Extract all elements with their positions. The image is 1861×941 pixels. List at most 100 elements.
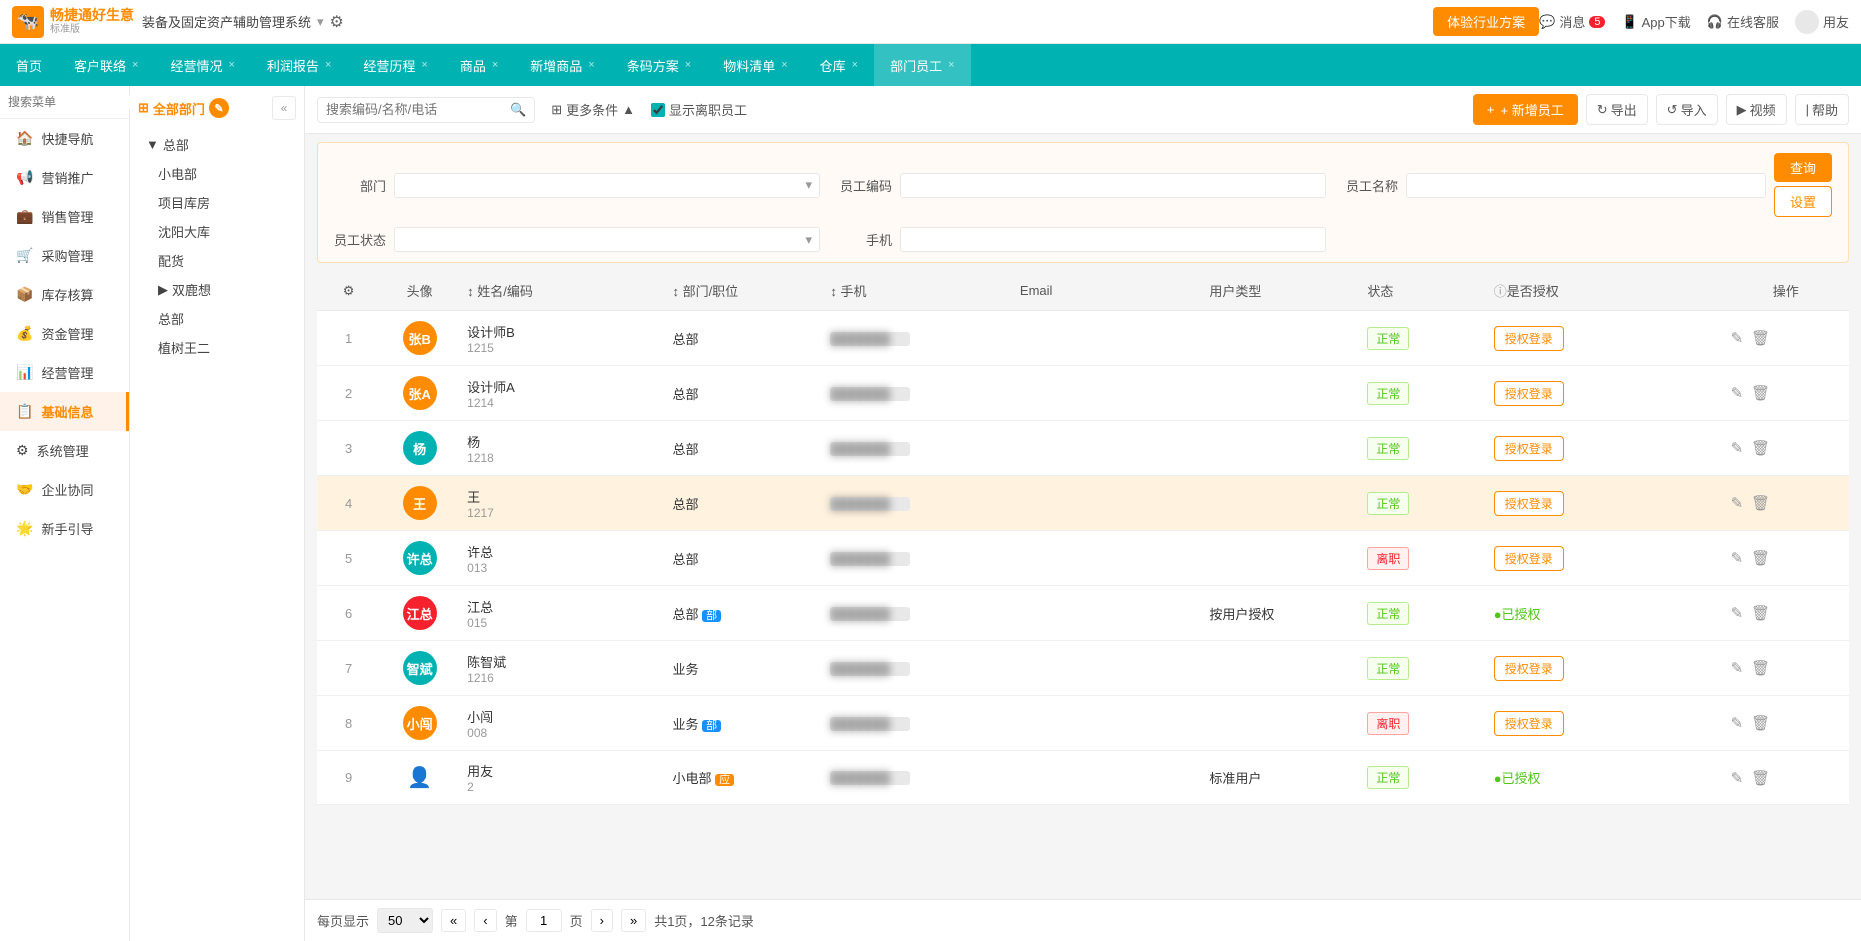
view-button[interactable]: ▶ 视频 (1726, 94, 1787, 125)
sidebar-item-finance[interactable]: 💰 资金管理 (0, 314, 129, 353)
sort-icon-dept[interactable]: ↕ (672, 284, 679, 299)
nav-tab-goods[interactable]: 商品 × (444, 44, 514, 86)
query-button[interactable]: 查询 (1774, 153, 1832, 182)
set-button[interactable]: 设置 (1774, 186, 1832, 217)
first-page-btn[interactable]: « (441, 909, 466, 932)
close-icon[interactable]: × (948, 59, 954, 71)
dept-item-zongbu-child[interactable]: 总部 (138, 304, 296, 333)
page-size-select[interactable]: 50 100 200 (377, 908, 433, 933)
sidebar-item-inventory[interactable]: 📦 库存核算 (0, 275, 129, 314)
dept-item-zhishu[interactable]: 植树王二 (138, 333, 296, 362)
export-button[interactable]: ↻ 导出 (1586, 94, 1648, 125)
dept-item-xiaodibu[interactable]: 小电部 (138, 159, 296, 188)
edit-button[interactable]: ✎ (1731, 604, 1744, 622)
delete-button[interactable]: 🗑 (1751, 439, 1770, 457)
show-resigned-checkbox[interactable] (651, 103, 665, 117)
close-icon[interactable]: × (421, 59, 427, 71)
sidebar-item-marketing[interactable]: 📢 营销推广 (0, 158, 129, 197)
empname-input[interactable] (1406, 173, 1766, 198)
edit-button[interactable]: ✎ (1731, 549, 1744, 567)
sort-icon-name[interactable]: ↕ (467, 284, 474, 299)
nav-tab-barcode[interactable]: 条码方案 × (611, 44, 707, 86)
app-download-action[interactable]: 📱 App下载 (1621, 12, 1690, 31)
more-conditions-btn[interactable]: ⊞ 更多条件 ▲ (543, 96, 643, 123)
online-service-action[interactable]: 🎧 在线客服 (1707, 12, 1779, 31)
auth-login-button[interactable]: 授权登录 (1494, 711, 1564, 736)
close-icon[interactable]: × (852, 59, 858, 71)
nav-tab-customer[interactable]: 客户联络 × (58, 44, 154, 86)
next-page-btn[interactable]: › (591, 909, 613, 932)
delete-button[interactable]: 🗑 (1751, 714, 1770, 732)
nav-tab-profit[interactable]: 利润报告 × (251, 44, 347, 86)
dept-tree-collapse[interactable]: « (272, 96, 296, 120)
auth-login-button[interactable]: 授权登录 (1494, 381, 1564, 406)
edit-button[interactable]: ✎ (1731, 494, 1744, 512)
system-dropdown-icon[interactable]: ▾ (317, 14, 324, 30)
sidebar-item-system[interactable]: ⚙ 系统管理 (0, 431, 129, 470)
close-icon[interactable]: × (492, 59, 498, 71)
sidebar-item-collab[interactable]: 🤝 企业协同 (0, 470, 129, 509)
dept-select[interactable] (394, 173, 820, 198)
import-button[interactable]: ↺ 导入 (1656, 94, 1718, 125)
dept-edit-icon[interactable]: ✎ (209, 98, 229, 118)
nav-tab-home[interactable]: 首页 (0, 44, 58, 86)
settings-icon[interactable]: ⚙ (343, 283, 355, 298)
close-icon[interactable]: × (685, 59, 691, 71)
auth-login-button[interactable]: 授权登录 (1494, 491, 1564, 516)
sidebar-item-guide[interactable]: 🌟 新手引导 (0, 509, 129, 548)
edit-button[interactable]: ✎ (1731, 384, 1744, 402)
delete-button[interactable]: 🗑 (1751, 384, 1770, 402)
sort-icon-phone[interactable]: ↕ (830, 284, 837, 299)
gear-button[interactable]: ⚙ (330, 12, 344, 32)
close-icon[interactable]: × (132, 59, 138, 71)
trial-button[interactable]: 体验行业方案 (1433, 7, 1539, 36)
prev-page-btn[interactable]: ‹ (474, 909, 496, 932)
add-employee-button[interactable]: + + 新增员工 (1473, 94, 1578, 125)
last-page-btn[interactable]: » (621, 909, 646, 932)
help-button[interactable]: | 帮助 (1795, 94, 1849, 125)
info-icon-auth[interactable]: ⓘ (1494, 284, 1507, 299)
sidebar-item-quicknav[interactable]: 🏠 快捷导航 (0, 119, 129, 158)
delete-button[interactable]: 🗑 (1751, 659, 1770, 677)
nav-tab-dept-staff[interactable]: 部门员工 × (874, 44, 970, 86)
dept-item-xiangmu[interactable]: 项目库房 (138, 188, 296, 217)
show-resigned-checkbox-area[interactable]: 显示离职员工 (651, 100, 747, 119)
close-icon[interactable]: × (228, 59, 234, 71)
search-input[interactable] (326, 102, 506, 117)
close-icon[interactable]: × (588, 59, 594, 71)
message-action[interactable]: 💬 消息 5 (1539, 12, 1605, 31)
nav-tab-new-goods[interactable]: 新增商品 × (514, 44, 610, 86)
sidebar-item-basic[interactable]: 📋 基础信息 (0, 392, 129, 431)
empstatus-select[interactable] (394, 227, 820, 252)
edit-button[interactable]: ✎ (1731, 329, 1744, 347)
dept-item-peihuo[interactable]: 配货 (138, 246, 296, 275)
delete-button[interactable]: 🗑 (1751, 329, 1770, 347)
close-icon[interactable]: × (325, 59, 331, 71)
edit-button[interactable]: ✎ (1731, 659, 1744, 677)
auth-login-button[interactable]: 授权登录 (1494, 546, 1564, 571)
edit-button[interactable]: ✎ (1731, 769, 1744, 787)
delete-button[interactable]: 🗑 (1751, 494, 1770, 512)
sidebar-item-purchase[interactable]: 🛒 采购管理 (0, 236, 129, 275)
nav-tab-bom[interactable]: 物料清单 × (707, 44, 803, 86)
nav-tab-history[interactable]: 经营历程 × (347, 44, 443, 86)
delete-button[interactable]: 🗑 (1751, 769, 1770, 787)
nav-tab-operation[interactable]: 经营情况 × (154, 44, 250, 86)
delete-button[interactable]: 🗑 (1751, 549, 1770, 567)
user-action[interactable]: 用友 (1795, 10, 1849, 34)
sidebar-item-sales[interactable]: 💼 销售管理 (0, 197, 129, 236)
empcode-input[interactable] (900, 173, 1326, 198)
edit-button[interactable]: ✎ (1731, 714, 1744, 732)
edit-button[interactable]: ✎ (1731, 439, 1744, 457)
sidebar-item-business[interactable]: 📊 经营管理 (0, 353, 129, 392)
page-number-input[interactable] (526, 909, 562, 932)
phone-input[interactable] (900, 227, 1326, 252)
auth-login-button[interactable]: 授权登录 (1494, 436, 1564, 461)
nav-tab-warehouse[interactable]: 仓库 × (804, 44, 874, 86)
dept-item-shenyang[interactable]: 沈阳大库 (138, 217, 296, 246)
delete-button[interactable]: 🗑 (1751, 604, 1770, 622)
auth-login-button[interactable]: 授权登录 (1494, 326, 1564, 351)
dept-item-shuanglu[interactable]: ▶ 双鹿想 (138, 275, 296, 304)
auth-login-button[interactable]: 授权登录 (1494, 656, 1564, 681)
dept-item-zongbu-parent[interactable]: ▼ 总部 (138, 130, 296, 159)
